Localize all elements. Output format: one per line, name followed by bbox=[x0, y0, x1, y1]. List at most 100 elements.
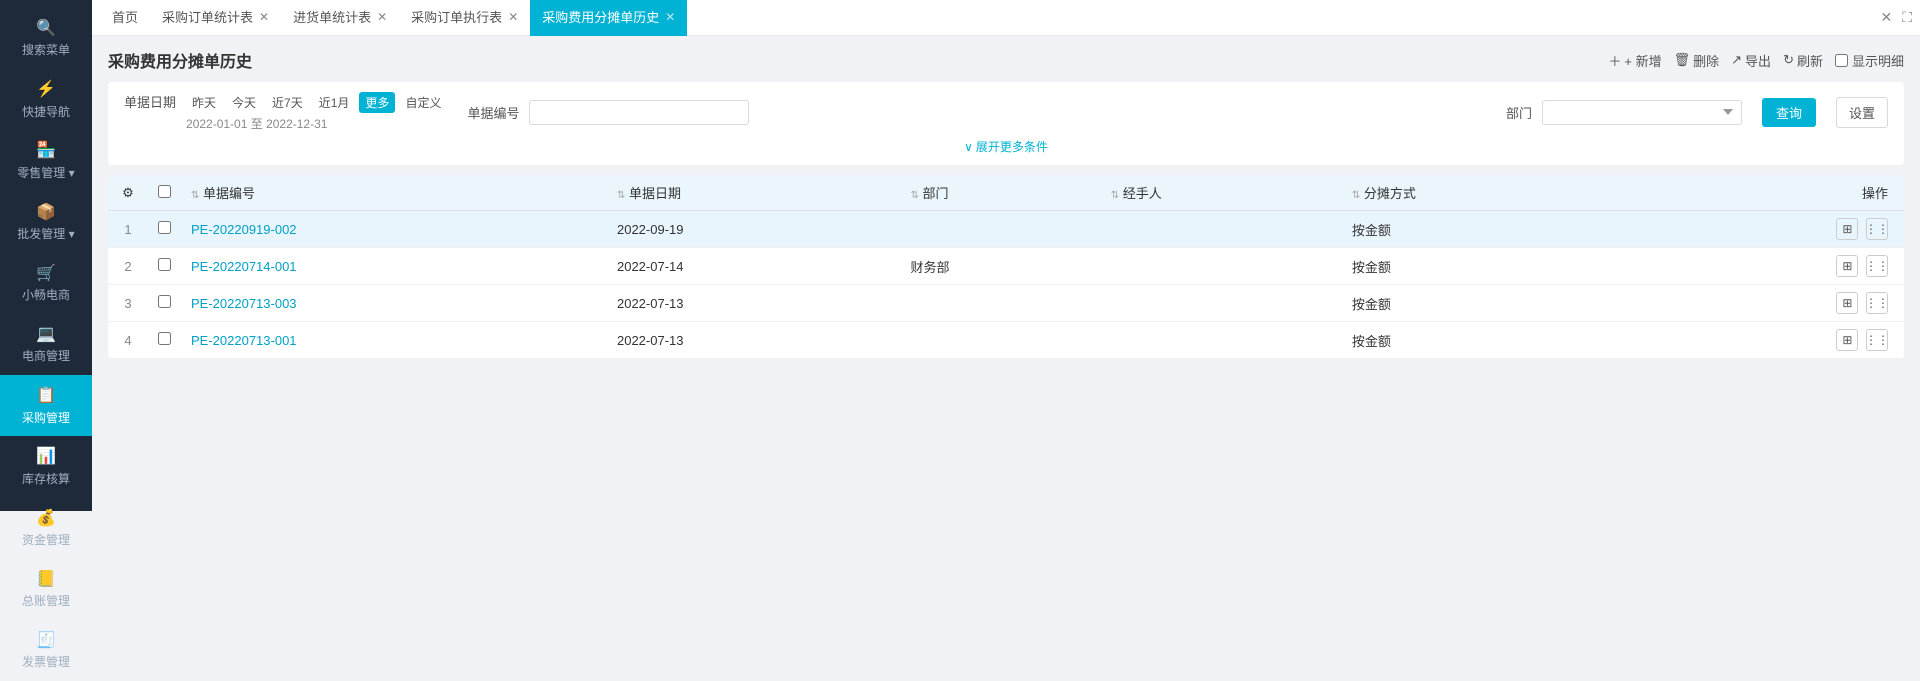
refresh-button[interactable]: ↻ 刷新 bbox=[1783, 51, 1823, 70]
row-date: 2022-07-13 bbox=[607, 322, 901, 359]
sidebar-item-purchase[interactable]: 📋 采购管理 bbox=[0, 375, 92, 436]
tab-close-purchase-order-exec[interactable]: ✕ bbox=[508, 10, 518, 24]
tab-right-icons: ✕ ⛶ bbox=[1880, 9, 1912, 26]
row-date: 2022-07-14 bbox=[607, 248, 901, 285]
th-handler: ⇅ 经手人 bbox=[1101, 175, 1342, 211]
row-checkbox[interactable] bbox=[158, 332, 171, 345]
sidebar: 🔍 搜索菜单 ⚡ 快捷导航 🏪 零售管理 ▾ 📦 批发管理 ▾ 🛒 小畅电商 💻… bbox=[0, 0, 92, 511]
settings-button[interactable]: 设置 bbox=[1836, 97, 1888, 128]
sidebar-item-quick[interactable]: ⚡ 快捷导航 bbox=[0, 69, 92, 130]
sort-icon-dept[interactable]: ⇅ bbox=[911, 190, 919, 201]
expand-btn[interactable]: ∨ 展开更多条件 bbox=[964, 138, 1048, 155]
date-today[interactable]: 今天 bbox=[226, 92, 262, 113]
main-area: 首页 采购订单统计表 ✕ 进货单统计表 ✕ 采购订单执行表 ✕ 采购费用分摊单历… bbox=[92, 0, 1920, 511]
sort-icon-method[interactable]: ⇅ bbox=[1352, 190, 1360, 201]
sort-icon[interactable]: ⇅ bbox=[191, 190, 199, 201]
row-seq: 2 bbox=[108, 248, 148, 285]
tab-close-purchase-fee-history[interactable]: ✕ bbox=[665, 10, 675, 24]
maximize-icon[interactable]: ⛶ bbox=[1902, 9, 1912, 26]
th-doc-no: ⇅ 单据编号 bbox=[181, 175, 607, 211]
dept-select-wrap bbox=[1542, 100, 1742, 125]
date-1month[interactable]: 近1月 bbox=[313, 92, 356, 113]
tab-purchase-order-stat[interactable]: 采购订单统计表 ✕ bbox=[150, 0, 281, 36]
chevron-down-icon: ▾ bbox=[69, 166, 75, 180]
sidebar-item-retail[interactable]: 🏪 零售管理 ▾ bbox=[0, 130, 92, 191]
row-checkbox[interactable] bbox=[158, 295, 171, 308]
sidebar-item-ecommerce[interactable]: 💻 电商管理 bbox=[0, 314, 92, 375]
data-table: ⚙ ⇅ 单据编号 ⇅ 单据日期 bbox=[108, 175, 1904, 359]
doc-no-label: 单据编号 bbox=[467, 103, 519, 122]
select-all-checkbox[interactable] bbox=[158, 185, 171, 198]
table-row: 4 PE-20220713-001 2022-07-13 按金额 ⊞ ⋮⋮ bbox=[108, 322, 1904, 359]
row-more-btn[interactable]: ⋮⋮ bbox=[1866, 329, 1888, 351]
dept-label: 部门 bbox=[1506, 103, 1532, 122]
show-cols-checkbox[interactable] bbox=[1835, 54, 1848, 67]
row-date: 2022-09-19 bbox=[607, 211, 901, 248]
row-method: 按金额 bbox=[1342, 211, 1627, 248]
row-view-btn[interactable]: ⊞ bbox=[1836, 255, 1858, 277]
row-view-btn[interactable]: ⊞ bbox=[1836, 292, 1858, 314]
sidebar-item-inventory[interactable]: 📊 库存核算 bbox=[0, 436, 92, 497]
sidebar-item-invoice[interactable]: 🧾 发票管理 bbox=[0, 620, 92, 681]
date-custom[interactable]: 自定义 bbox=[399, 92, 447, 113]
tab-close-purchase-order-stat[interactable]: ✕ bbox=[259, 10, 269, 24]
plus-icon: ＋ bbox=[1608, 51, 1621, 70]
sort-icon-date[interactable]: ⇅ bbox=[617, 190, 625, 201]
row-more-btn[interactable]: ⋮⋮ bbox=[1866, 292, 1888, 314]
show-cols-toggle[interactable]: 显示明细 bbox=[1835, 51, 1904, 70]
row-checkbox[interactable] bbox=[158, 221, 171, 234]
row-checkbox-cell bbox=[148, 285, 181, 322]
add-button[interactable]: ＋ + 新增 bbox=[1608, 51, 1661, 70]
row-dept bbox=[901, 322, 1101, 359]
sidebar-item-finance[interactable]: 💰 资金管理 bbox=[0, 498, 92, 559]
row-checkbox-cell bbox=[148, 322, 181, 359]
table-row: 2 PE-20220714-001 2022-07-14 财务部 按金额 ⊞ ⋮… bbox=[108, 248, 1904, 285]
table-row: 3 PE-20220713-003 2022-07-13 按金额 ⊞ ⋮⋮ bbox=[108, 285, 1904, 322]
table-header-row: ⚙ ⇅ 单据编号 ⇅ 单据日期 bbox=[108, 175, 1904, 211]
delete-button[interactable]: 🗑 删除 bbox=[1674, 51, 1720, 70]
query-button[interactable]: 查询 bbox=[1762, 98, 1816, 127]
header-actions: ＋ + 新增 🗑 删除 ↗ 导出 ↻ 刷新 显示明细 bbox=[1608, 51, 1904, 70]
sidebar-item-mini[interactable]: 🛒 小畅电商 bbox=[0, 253, 92, 314]
close-all-icon[interactable]: ✕ bbox=[1880, 9, 1892, 26]
doc-no-input[interactable] bbox=[529, 100, 749, 125]
row-view-btn[interactable]: ⊞ bbox=[1836, 329, 1858, 351]
table-wrap: ⚙ ⇅ 单据编号 ⇅ 单据日期 bbox=[108, 175, 1904, 359]
tab-incoming-stat[interactable]: 进货单统计表 ✕ bbox=[281, 0, 399, 36]
expand-more: ∨ 展开更多条件 bbox=[124, 138, 1888, 155]
tab-close-incoming-stat[interactable]: ✕ bbox=[377, 10, 387, 24]
export-button[interactable]: ↗ 导出 bbox=[1731, 51, 1771, 70]
doc-no-link[interactable]: PE-20220713-001 bbox=[191, 333, 297, 348]
tab-purchase-fee-history[interactable]: 采购费用分摊单历史 ✕ bbox=[530, 0, 687, 36]
sidebar-item-search[interactable]: 🔍 搜索菜单 bbox=[0, 8, 92, 69]
row-checkbox[interactable] bbox=[158, 258, 171, 271]
row-handler bbox=[1101, 211, 1342, 248]
row-more-btn[interactable]: ⋮⋮ bbox=[1866, 255, 1888, 277]
tab-purchase-order-exec[interactable]: 采购订单执行表 ✕ bbox=[399, 0, 530, 36]
row-seq: 4 bbox=[108, 322, 148, 359]
row-more-btn[interactable]: ⋮⋮ bbox=[1866, 218, 1888, 240]
page-title: 采购费用分摊单历史 bbox=[108, 48, 252, 72]
quick-icon: ⚡ bbox=[4, 79, 88, 101]
row-seq: 3 bbox=[108, 285, 148, 322]
filter-area: 单据日期 昨天 今天 近7天 近1月 更多 自定义 2022-01-01 至 2… bbox=[108, 82, 1904, 165]
date-yesterday[interactable]: 昨天 bbox=[186, 92, 222, 113]
doc-no-link[interactable]: PE-20220713-003 bbox=[191, 296, 297, 311]
sidebar-item-wholesale[interactable]: 📦 批发管理 ▾ bbox=[0, 192, 92, 253]
row-seq: 1 bbox=[108, 211, 148, 248]
row-actions: ⊞ ⋮⋮ bbox=[1627, 322, 1904, 359]
doc-no-link[interactable]: PE-20220714-001 bbox=[191, 259, 297, 274]
date-more[interactable]: 更多 bbox=[359, 92, 395, 113]
settings-gear-icon[interactable]: ⚙ bbox=[122, 185, 134, 200]
sort-icon-handler[interactable]: ⇅ bbox=[1111, 190, 1119, 201]
date-options: 昨天 今天 近7天 近1月 更多 自定义 2022-01-01 至 2022-1… bbox=[186, 92, 447, 132]
th-checkbox: ⚙ bbox=[108, 175, 148, 211]
doc-no-link[interactable]: PE-20220919-002 bbox=[191, 222, 297, 237]
date-7days[interactable]: 近7天 bbox=[266, 92, 309, 113]
row-view-btn[interactable]: ⊞ bbox=[1836, 218, 1858, 240]
dept-select[interactable] bbox=[1542, 100, 1742, 125]
th-date: ⇅ 单据日期 bbox=[607, 175, 901, 211]
sidebar-item-ledger[interactable]: 📒 总账管理 bbox=[0, 559, 92, 620]
date-range-text: 2022-01-01 至 2022-12-31 bbox=[186, 115, 447, 132]
tab-home[interactable]: 首页 bbox=[100, 0, 150, 36]
